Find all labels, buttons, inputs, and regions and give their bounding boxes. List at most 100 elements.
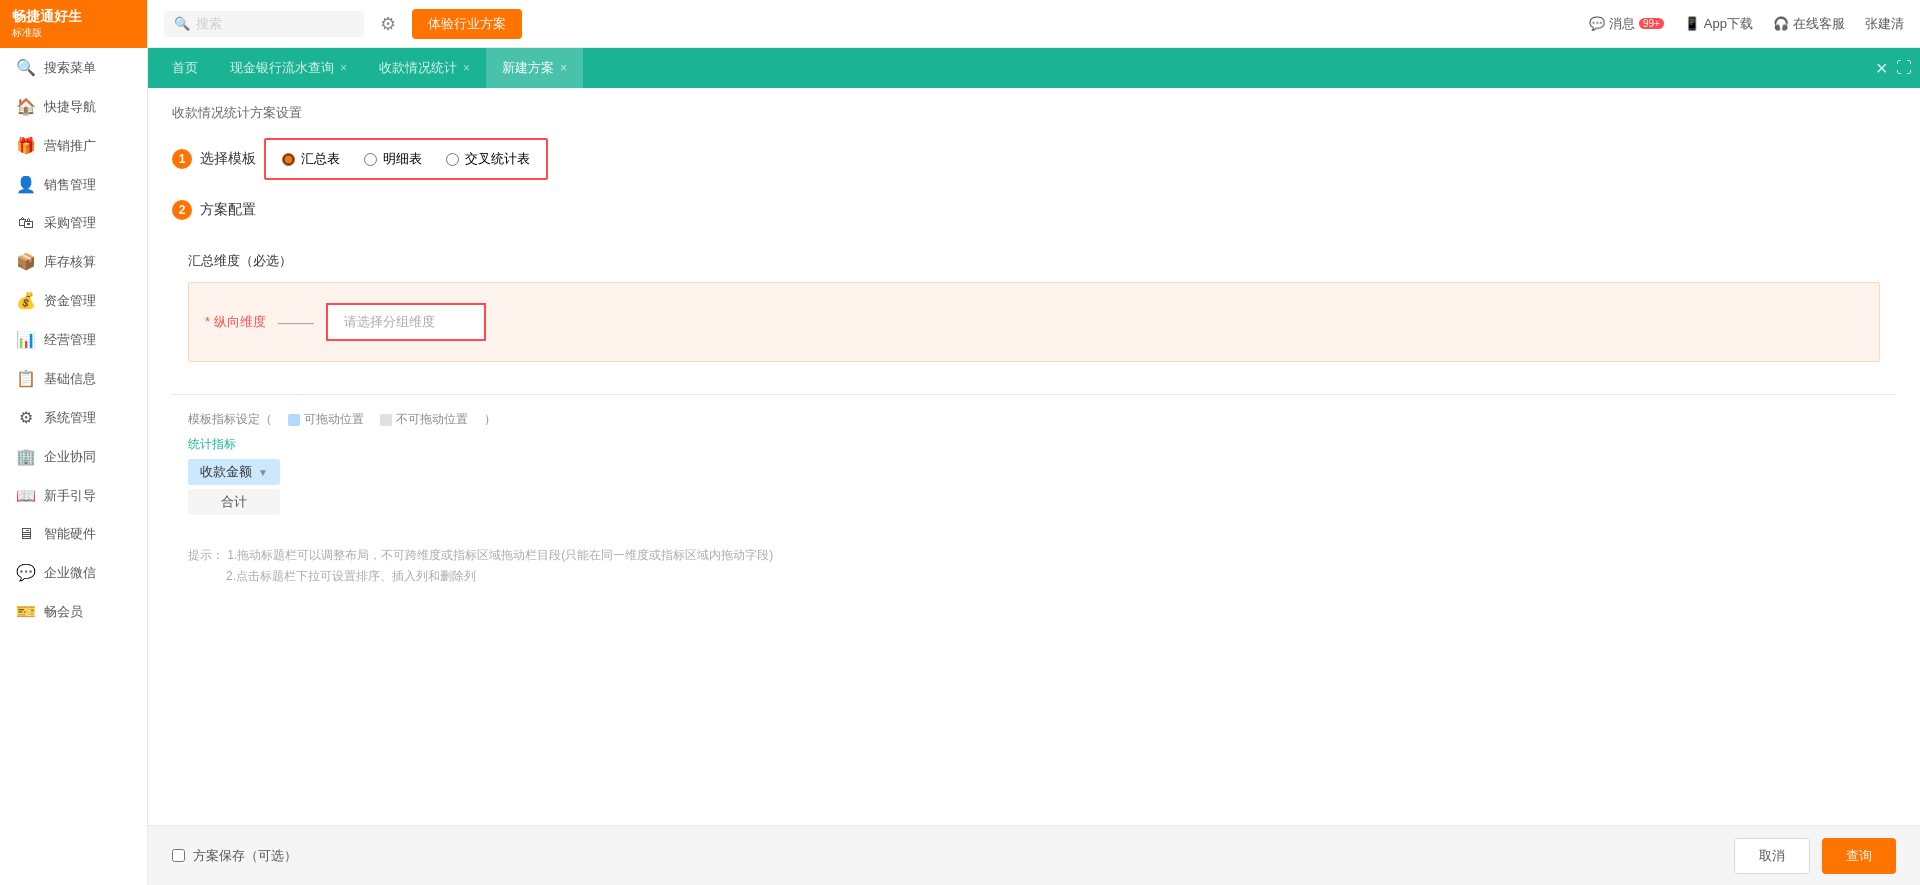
tab-home[interactable]: 首页 xyxy=(156,48,214,88)
sidebar-item-operations[interactable]: 📊经营管理 xyxy=(0,320,147,359)
topbar-right: 💬 消息 99+ 📱 App下载 🎧 在线客服 张建清 xyxy=(1589,15,1904,33)
template-section: 1 选择模板 汇总表 明细表 交叉统计表 xyxy=(172,138,1896,180)
tips-section: 提示： 1.拖动标题栏可以调整布局，不可跨维度或指标区域拖动栏目段(只能在同一维… xyxy=(188,547,1880,585)
sidebar-icon-smart-hardware: 🖥 xyxy=(16,525,36,543)
radio-cross-input[interactable] xyxy=(446,153,459,166)
tab-close-receipt-stats[interactable]: × xyxy=(463,61,470,75)
tab-close-bank-flow[interactable]: × xyxy=(340,61,347,75)
sidebar-item-quick-nav[interactable]: 🏠 快捷导航 xyxy=(0,87,147,126)
tab-bank-flow[interactable]: 现金银行流水查询× xyxy=(214,48,363,88)
radio-cross[interactable]: 交叉统计表 xyxy=(446,150,530,168)
radio-summary[interactable]: 汇总表 xyxy=(282,150,340,168)
sidebar-item-beginner-guide[interactable]: 📖新手引导 xyxy=(0,476,147,515)
sidebar-item-membership[interactable]: 🎫畅会员 xyxy=(0,592,147,631)
tab-label-new-plan: 新建方案 xyxy=(502,59,554,77)
dimension-arrow: —— xyxy=(278,312,314,333)
tab-new-plan[interactable]: 新建方案 × xyxy=(486,48,583,88)
gear-icon[interactable]: ⚙ xyxy=(380,13,396,35)
sidebar-label-basic-info: 基础信息 xyxy=(44,370,96,388)
sidebar-label-system: 系统管理 xyxy=(44,409,96,427)
tab-label-receipt-stats: 收款情况统计 xyxy=(379,59,457,77)
save-option: 方案保存（可选） xyxy=(172,847,297,865)
sidebar-item-enterprise-collab[interactable]: 🏢企业协同 xyxy=(0,437,147,476)
non-draggable-legend: 不可拖动位置 xyxy=(380,411,468,428)
close-all-icon[interactable]: ✕ xyxy=(1875,59,1888,78)
sidebar-item-system[interactable]: ⚙ 系统管理 xyxy=(0,398,147,437)
metrics-section: 模板指标设定（ 可拖动位置 不可拖动位置 ） 统计指标 xyxy=(172,395,1896,601)
sidebar-icon-membership: 🎫 xyxy=(16,602,36,621)
sidebar-item-enterprise-wechat[interactable]: 💬企业微信 xyxy=(0,553,147,592)
sidebar-icon-marketing: 🎁 xyxy=(16,136,36,155)
search-placeholder: 搜索 xyxy=(196,15,222,33)
industry-solution-button[interactable]: 体验行业方案 xyxy=(412,9,522,39)
sidebar-label-smart-hardware: 智能硬件 xyxy=(44,525,96,543)
app-download-item[interactable]: 📱 App下载 xyxy=(1684,15,1753,33)
tip-2: 2.点击标题栏下拉可设置排序、插入列和删除列 xyxy=(188,568,1880,585)
cancel-button[interactable]: 取消 xyxy=(1734,838,1810,874)
sidebar-item-smart-hardware[interactable]: 🖥 智能硬件 xyxy=(0,515,147,553)
page-title: 收款情况统计方案设置 xyxy=(172,104,1896,122)
section1-title: 选择模板 xyxy=(200,150,256,168)
sidebar-label-inventory: 库存核算 xyxy=(44,253,96,271)
tab-receipt-stats[interactable]: 收款情况统计 × xyxy=(363,48,486,88)
sidebar-icon-purchase: 🛍 xyxy=(16,214,36,232)
dimension-subsection: 汇总维度（必选） 纵向维度 —— 请选择分组维度 xyxy=(172,236,1896,394)
sidebar-icon-finance: 💰 xyxy=(16,291,36,310)
bottom-bar: 方案保存（可选） 取消 查询 xyxy=(148,825,1920,885)
section1-header: 1 选择模板 汇总表 明细表 交叉统计表 xyxy=(172,138,1896,180)
sidebar-label-purchase: 采购管理 xyxy=(44,214,96,232)
page-content: 收款情况统计方案设置 1 选择模板 汇总表 明细表 xyxy=(148,88,1920,825)
radio-detail[interactable]: 明细表 xyxy=(364,150,422,168)
main-area: 🔍 搜索 ⚙ 体验行业方案 💬 消息 99+ 📱 App下载 🎧 在线客服 张建… xyxy=(148,0,1920,885)
section2-title: 方案配置 xyxy=(200,201,256,219)
sidebar-item-search-menu[interactable]: 🔍搜索菜单 xyxy=(0,48,147,87)
save-checkbox[interactable] xyxy=(172,849,185,862)
metric-chip-revenue[interactable]: 收款金额 ▼ xyxy=(188,459,280,485)
radio-summary-input[interactable] xyxy=(282,153,295,166)
section2-number: 2 xyxy=(172,200,192,220)
user-item[interactable]: 张建清 xyxy=(1865,15,1904,33)
sidebar-label-enterprise-collab: 企业协同 xyxy=(44,448,96,466)
sidebar-item-marketing[interactable]: 🎁 营销推广 xyxy=(0,126,147,165)
tab-close-new-plan[interactable]: × xyxy=(560,61,567,75)
sidebar-item-sales[interactable]: 👤销售管理 xyxy=(0,165,147,204)
search-box[interactable]: 🔍 搜索 xyxy=(164,11,364,37)
sidebar: 畅捷通好生 标准版 🔍搜索菜单 🏠 快捷导航 🎁 营销推广 👤销售管理 🛍 采购管理 📦 库存核算… xyxy=(0,0,148,885)
metrics-title-text: 模板指标设定（ xyxy=(188,411,272,428)
notification-badge: 99+ xyxy=(1639,18,1664,29)
sidebar-label-quick-nav: 快捷导航 xyxy=(44,98,96,116)
config-section: 2 方案配置 汇总维度（必选） 纵向维度 —— 请选择分组维度 xyxy=(172,200,1896,601)
logo-text: 畅捷通好生 xyxy=(12,8,82,25)
save-option-label: 方案保存（可选） xyxy=(193,847,297,865)
sidebar-label-marketing: 营销推广 xyxy=(44,137,96,155)
message-icon: 💬 xyxy=(1589,16,1605,31)
dimension-select[interactable]: 请选择分组维度 xyxy=(326,303,486,341)
sidebar-item-basic-info[interactable]: 📋基础信息 xyxy=(0,359,147,398)
sidebar-icon-inventory: 📦 xyxy=(16,252,36,271)
sidebar-logo: 畅捷通好生 标准版 xyxy=(0,0,147,48)
sidebar-label-sales: 销售管理 xyxy=(44,176,96,194)
notification-item[interactable]: 💬 消息 99+ xyxy=(1589,15,1664,33)
service-icon: 🎧 xyxy=(1773,16,1789,31)
draggable-dot xyxy=(288,414,300,426)
logo-subtext: 标准版 xyxy=(12,26,82,40)
sidebar-item-finance[interactable]: 💰资金管理 xyxy=(0,281,147,320)
non-draggable-dot xyxy=(380,414,392,426)
radio-detail-input[interactable] xyxy=(364,153,377,166)
sidebar-icon-system: ⚙ xyxy=(16,408,36,427)
sidebar-icon-enterprise-wechat: 💬 xyxy=(16,563,36,582)
search-icon: 🔍 xyxy=(174,16,190,31)
dimension-title: 汇总维度（必选） xyxy=(188,252,1880,270)
dimension-area: 纵向维度 —— 请选择分组维度 xyxy=(188,282,1880,362)
metrics-group-label: 统计指标 xyxy=(188,436,280,453)
maximize-icon[interactable]: ⛶ xyxy=(1896,59,1912,77)
sidebar-icon-quick-nav: 🏠 xyxy=(16,97,36,116)
metrics-container: 统计指标 收款金额 ▼ 合计 xyxy=(188,436,1880,515)
query-button[interactable]: 查询 xyxy=(1822,838,1896,874)
sidebar-item-purchase[interactable]: 🛍 采购管理 xyxy=(0,204,147,242)
online-service-item[interactable]: 🎧 在线客服 xyxy=(1773,15,1845,33)
content-area: 收款情况统计方案设置 1 选择模板 汇总表 明细表 xyxy=(148,88,1920,825)
sidebar-item-inventory[interactable]: 📦 库存核算 xyxy=(0,242,147,281)
metric-revenue-label: 收款金额 xyxy=(200,463,252,481)
non-draggable-label: 不可拖动位置 xyxy=(396,411,468,428)
